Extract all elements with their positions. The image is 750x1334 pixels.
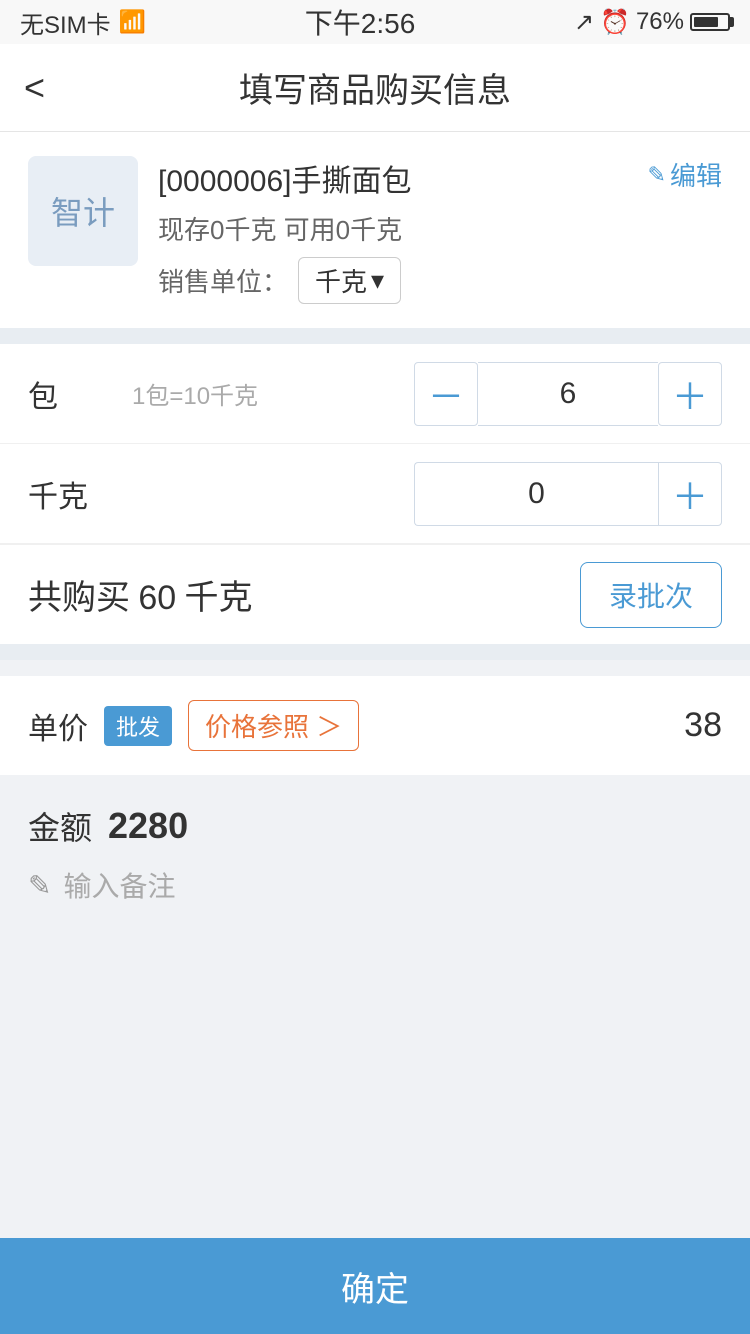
spacer <box>0 921 750 1281</box>
confirm-button[interactable]: 确定 <box>0 1238 750 1334</box>
summary-row: 共购买 60 千克 录批次 <box>0 544 750 644</box>
status-time: 下午2:56 <box>305 2 416 42</box>
kg-input-row: 千克 ＋ <box>0 444 750 544</box>
bao-input[interactable] <box>478 362 658 426</box>
summary-text: 共购买 60 千克 <box>28 570 253 619</box>
price-label: 单价 <box>28 704 88 748</box>
confirm-label: 确定 <box>341 1262 409 1311</box>
amount-row: 金额 2280 <box>28 803 722 849</box>
amount-label: 金额 <box>28 803 92 849</box>
section-divider-2 <box>0 644 750 660</box>
battery-percent: 76% <box>636 8 684 36</box>
status-left: 无SIM卡 📶 <box>20 5 146 40</box>
kg-controls: ＋ <box>414 462 722 526</box>
bao-sublabel: 1包=10千克 <box>132 376 258 411</box>
alarm-icon: ⏰ <box>600 8 630 37</box>
price-tag: 批发 <box>104 706 172 746</box>
product-logo: 智计 <box>51 188 115 234</box>
note-placeholder: 输入备注 <box>63 865 175 905</box>
nav-bar: < 填写商品购买信息 <box>0 44 750 132</box>
back-button[interactable]: < <box>24 67 45 109</box>
product-info: [0000006]手撕面包 现存0千克 可用0千克 销售单位： 千克 ▾ <box>158 156 722 304</box>
product-unit: 销售单位： 千克 ▾ <box>158 257 722 304</box>
product-name: [0000006]手撕面包 <box>158 156 722 200</box>
edit-icon: ✎ <box>648 162 666 188</box>
batch-button[interactable]: 录批次 <box>580 562 722 628</box>
kg-label: 千克 <box>28 472 108 516</box>
note-row[interactable]: ✎ 输入备注 <box>28 865 722 905</box>
amount-value: 2280 <box>108 805 188 847</box>
product-stock: 现存0千克 可用0千克 <box>158 210 722 247</box>
summary-label: 共购买 <box>28 579 130 617</box>
kg-plus-button[interactable]: ＋ <box>658 462 722 526</box>
product-image: 智计 <box>28 156 138 266</box>
pencil-icon: ✎ <box>28 869 51 902</box>
kg-input[interactable] <box>414 462 658 526</box>
carrier-text: 无SIM卡 <box>20 5 111 40</box>
price-section: 单价 批发 价格参照 ＞ 38 <box>0 676 750 775</box>
edit-label: 编辑 <box>670 156 722 193</box>
dropdown-arrow: ▾ <box>371 265 384 296</box>
status-bar: 无SIM卡 📶 下午2:56 ↗ ⏰ 76% <box>0 0 750 44</box>
input-section: 包 1包=10千克 － ＋ 千克 ＋ 共购买 60 千克 录批次 <box>0 344 750 644</box>
amount-section: 金额 2280 ✎ 输入备注 <box>0 775 750 921</box>
wifi-icon: 📶 <box>119 9 146 35</box>
unit-label: 销售单位： <box>158 262 288 299</box>
unit-dropdown[interactable]: 千克 ▾ <box>298 257 401 304</box>
bao-plus-button[interactable]: ＋ <box>658 362 722 426</box>
product-card: 智计 [0000006]手撕面包 现存0千克 可用0千克 销售单位： 千克 ▾ … <box>0 132 750 328</box>
bao-minus-button[interactable]: － <box>414 362 478 426</box>
bao-label: 包 <box>28 372 108 416</box>
battery-icon <box>690 13 730 31</box>
summary-qty: 60 <box>138 579 176 617</box>
status-right: ↗ ⏰ 76% <box>574 8 730 37</box>
location-icon: ↗ <box>574 8 594 37</box>
bao-controls: － ＋ <box>414 362 722 426</box>
price-ref-button[interactable]: 价格参照 ＞ <box>188 700 359 751</box>
bao-input-row: 包 1包=10千克 － ＋ <box>0 344 750 444</box>
summary-unit: 千克 <box>185 579 253 617</box>
price-value: 38 <box>684 706 722 745</box>
page-title: 填写商品购买信息 <box>239 63 511 112</box>
edit-button[interactable]: ✎ 编辑 <box>648 156 722 193</box>
unit-value: 千克 <box>315 262 367 299</box>
section-divider-1 <box>0 328 750 344</box>
